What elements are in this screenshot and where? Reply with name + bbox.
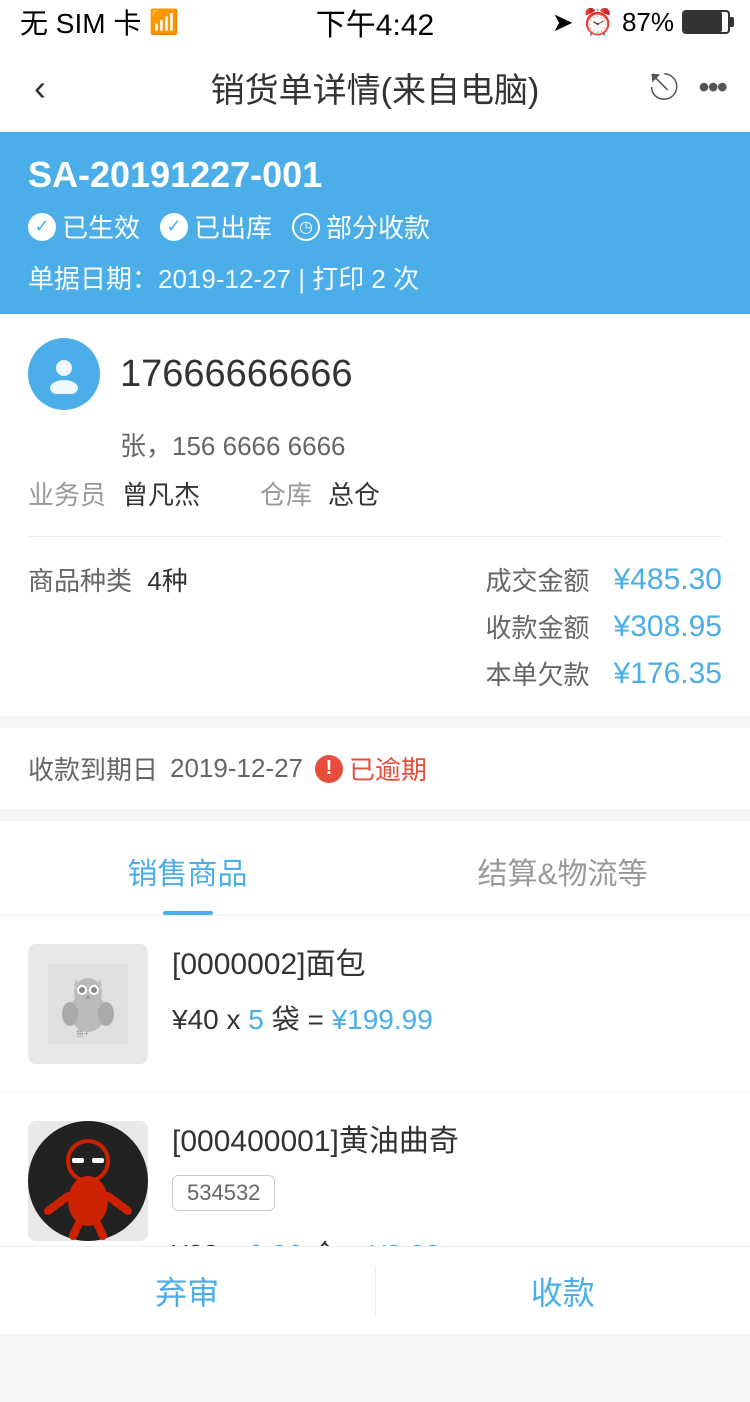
badge-activated: ✓ 已生效 xyxy=(28,208,140,245)
location-icon: ➤ xyxy=(552,7,574,38)
product-info-1: [0000002]面包 ¥40 x 5 袋 = ¥199.99 xyxy=(172,944,722,1038)
status-time: 下午4:42 xyxy=(316,0,434,44)
tab-settlement[interactable]: 结算&物流等 xyxy=(375,821,750,915)
status-bar: 无 SIM 卡 📶 下午4:42 ➤ ⏰ 87% xyxy=(0,0,750,44)
status-right: ➤ ⏰ 87% xyxy=(552,7,730,38)
received-amount-row: 收款金额 ¥308.95 xyxy=(486,608,722,645)
salesperson-label: 业务员 xyxy=(28,475,106,512)
customer-meta: 业务员 曾凡杰 仓库 总仓 xyxy=(28,475,722,512)
overdue-icon: ! xyxy=(315,755,343,783)
product-total-1: ¥199.99 xyxy=(332,1004,433,1035)
more-button[interactable]: ••• xyxy=(698,69,726,106)
status-left: 无 SIM 卡 📶 xyxy=(20,2,179,42)
bottom-bar: 弃审 收款 xyxy=(0,1246,750,1334)
product-types: 商品种类 4种 xyxy=(28,561,188,598)
product-image-2 xyxy=(28,1121,148,1241)
deal-amount-value: ¥485.30 xyxy=(614,563,722,597)
header-meta: 单据日期：2019-12-27 | 打印 2 次 xyxy=(28,259,722,296)
alarm-icon: ⏰ xyxy=(582,7,614,38)
due-date-section: 收款到期日 2019-12-27 ! 已逾期 xyxy=(0,728,750,809)
back-button[interactable]: ‹ xyxy=(24,57,56,119)
overdue-text: 已逾期 xyxy=(349,750,427,787)
time-icon: ◷ xyxy=(292,213,320,241)
product-list: 鱼+ [0000002]面包 ¥40 x 5 袋 = ¥199.99 xyxy=(0,916,750,1302)
due-date-label: 收款到期日 xyxy=(28,750,158,787)
received-value: ¥308.95 xyxy=(614,610,722,644)
product-image-1: 鱼+ xyxy=(28,944,148,1064)
salesperson-info: 业务员 曾凡杰 xyxy=(28,475,200,512)
nav-actions: ⎋ ••• xyxy=(650,66,726,109)
product-tag-2: 534532 xyxy=(172,1175,275,1211)
product-base-price-1: ¥40 xyxy=(172,1004,219,1035)
battery-percent: 87% xyxy=(622,7,674,38)
tabs-section: 销售商品 结算&物流等 xyxy=(0,821,750,916)
debt-label: 本单欠款 xyxy=(486,655,590,692)
product-name-1: [0000002]面包 xyxy=(172,944,722,986)
tab-sales-products[interactable]: 销售商品 xyxy=(0,821,375,915)
product-types-label: 商品种类 xyxy=(28,566,132,596)
list-item: 鱼+ [0000002]面包 ¥40 x 5 袋 = ¥199.99 xyxy=(0,916,750,1093)
svg-text:鱼+: 鱼+ xyxy=(76,1028,89,1038)
warehouse-label: 仓库 xyxy=(260,475,312,512)
debt-value: ¥176.35 xyxy=(614,657,722,691)
badge-partial-payment: ◷ 部分收款 xyxy=(292,208,430,245)
overdue-badge: ! 已逾期 xyxy=(315,750,427,787)
wifi-icon: 📶 xyxy=(149,8,179,37)
badge-shipped-label: 已出库 xyxy=(194,208,272,245)
summary-section: 商品种类 4种 成交金额 ¥485.30 收款金额 ¥308.95 本单欠款 ¥… xyxy=(0,537,750,716)
product-unit-1: 袋 xyxy=(272,1004,300,1035)
due-date-value: 2019-12-27 xyxy=(170,753,303,784)
check-icon-2: ✓ xyxy=(160,213,188,241)
badge-partial-label: 部分收款 xyxy=(326,208,430,245)
product-price-1: ¥40 x 5 袋 = ¥199.99 xyxy=(172,998,722,1038)
battery-bar xyxy=(682,10,730,34)
carrier-text: 无 SIM 卡 xyxy=(20,2,141,42)
customer-row: 17666666666 xyxy=(28,338,722,410)
warehouse-info: 仓库 总仓 xyxy=(260,475,380,512)
received-label: 收款金额 xyxy=(486,608,590,645)
header-badges: ✓ 已生效 ✓ 已出库 ◷ 部分收款 xyxy=(28,208,722,245)
badge-activated-label: 已生效 xyxy=(62,208,140,245)
share-button[interactable]: ⎋ xyxy=(650,66,678,109)
header-banner: SA-20191227-001 ✓ 已生效 ✓ 已出库 ◷ 部分收款 单据日期：… xyxy=(0,132,750,314)
badge-shipped: ✓ 已出库 xyxy=(160,208,272,245)
customer-name: 17666666666 xyxy=(120,353,352,396)
page-title: 销货单详情(来自电脑) xyxy=(211,63,540,112)
amount-summary: 成交金额 ¥485.30 收款金额 ¥308.95 本单欠款 ¥176.35 xyxy=(486,561,722,692)
avatar xyxy=(28,338,100,410)
product-types-value: 4种 xyxy=(147,566,187,596)
deal-amount-label: 成交金额 xyxy=(486,561,590,598)
check-icon-1: ✓ xyxy=(28,213,56,241)
nav-bar: ‹ 销货单详情(来自电脑) ⎋ ••• xyxy=(0,44,750,132)
warehouse-value: 总仓 xyxy=(328,475,380,512)
customer-section: 17666666666 张，156 6666 6666 业务员 曾凡杰 仓库 总… xyxy=(0,314,750,716)
cancel-button[interactable]: 弃审 xyxy=(0,1247,375,1334)
deal-amount-row: 成交金额 ¥485.30 xyxy=(486,561,722,598)
debt-row: 本单欠款 ¥176.35 xyxy=(486,655,722,692)
battery-fill xyxy=(684,12,722,32)
salesperson-value: 曾凡杰 xyxy=(122,475,200,512)
customer-phone: 张，156 6666 6666 xyxy=(28,426,722,463)
product-qty-1: 5 xyxy=(248,1004,264,1035)
product-name-2: [000400001]黄油曲奇 xyxy=(172,1121,722,1163)
confirm-button[interactable]: 收款 xyxy=(376,1247,750,1334)
order-id: SA-20191227-001 xyxy=(28,154,722,196)
